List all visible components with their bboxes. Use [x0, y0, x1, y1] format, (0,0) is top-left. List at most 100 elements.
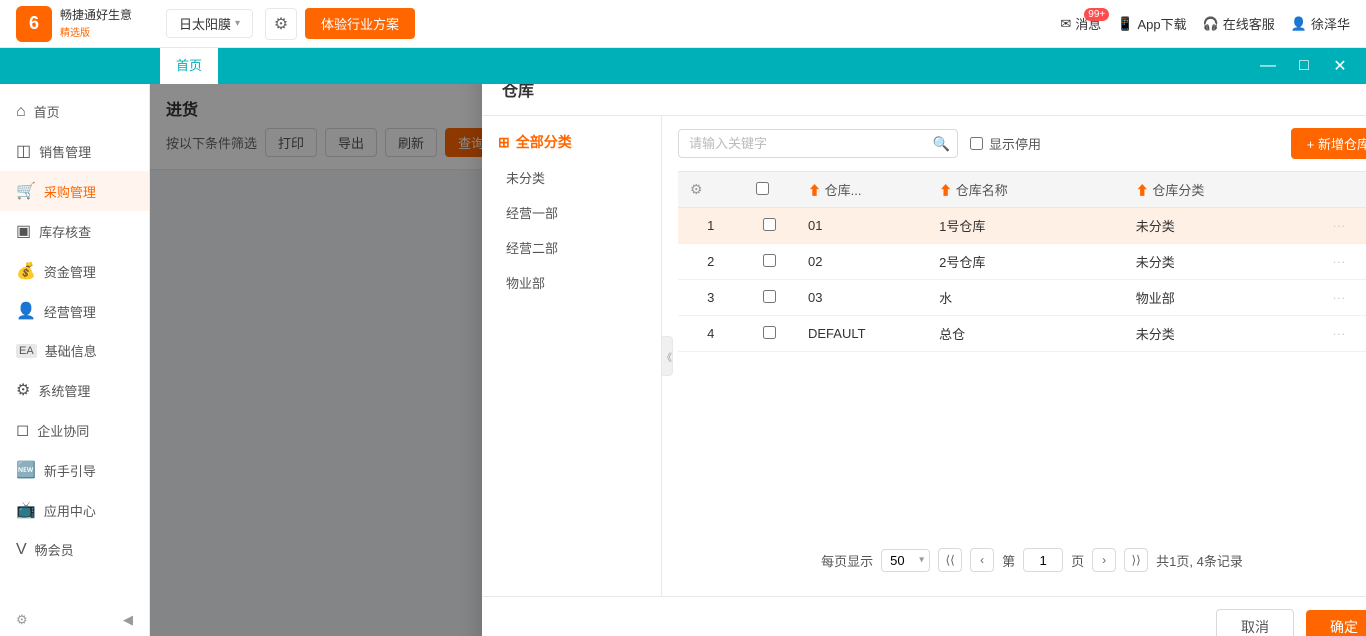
action-dots-icon[interactable]: ···: [1332, 218, 1345, 233]
sidebar-item-inventory[interactable]: ▣ 库存核查: [0, 211, 149, 251]
add-warehouse-button[interactable]: + 新增仓库: [1291, 128, 1366, 159]
operation-icon: 👤: [16, 301, 36, 321]
action-dots-icon[interactable]: ···: [1332, 290, 1345, 305]
row-code-1: 01: [796, 208, 927, 244]
row-cat-1: 未分类: [1124, 208, 1321, 244]
window-close-button[interactable]: ✕: [1326, 52, 1354, 80]
modal-content-panel: 🔍 显示停用 + 新增仓库: [662, 116, 1366, 596]
show-disabled-checkbox[interactable]: [970, 137, 983, 150]
table-container: ⚙ ⬆ 仓库...: [678, 171, 1366, 536]
page-next-button[interactable]: ›: [1092, 548, 1116, 572]
row-action-4[interactable]: ···: [1320, 316, 1366, 352]
category-item-operation2[interactable]: 经营二部: [482, 230, 661, 265]
page-size-select[interactable]: 50: [881, 549, 930, 572]
page-prev-button[interactable]: ‹: [970, 548, 994, 572]
sub-header: 首页 — □ ✕: [0, 48, 1366, 84]
window-minimize-button[interactable]: —: [1254, 52, 1282, 80]
inventory-icon: ▣: [16, 221, 31, 241]
sidebar-item-operation[interactable]: 👤 经营管理: [0, 291, 149, 331]
tab-home[interactable]: 首页: [160, 48, 218, 84]
row-code-2: 02: [796, 244, 927, 280]
row-action-2[interactable]: ···: [1320, 244, 1366, 280]
row-check-2[interactable]: [744, 244, 796, 280]
modal-footer: 取消 确定: [482, 596, 1366, 636]
header-right: ✉ 消息 99+ 📱 App下载 🎧 在线客服 👤 徐泽华: [1060, 14, 1350, 33]
search-bar: 🔍 显示停用 + 新增仓库: [678, 128, 1366, 159]
sidebar-item-basic[interactable]: EA 基础信息: [0, 331, 149, 370]
page-last-button[interactable]: ⟩⟩: [1124, 548, 1148, 572]
row-cat-3: 物业部: [1124, 280, 1321, 316]
row-check-3[interactable]: [744, 280, 796, 316]
sidebar-settings-icon[interactable]: ⚙: [16, 612, 28, 628]
sidebar-bottom: ⚙ ◀: [0, 604, 149, 636]
sidebar-item-finance[interactable]: 💰 资金管理: [0, 251, 149, 291]
guide-icon: 🆕: [16, 460, 36, 480]
trial-button[interactable]: 体验行业方案: [305, 8, 415, 39]
row-action-3[interactable]: ···: [1320, 280, 1366, 316]
sidebar-item-guide[interactable]: 🆕 新手引导: [0, 450, 149, 490]
chevron-down-icon: ▾: [235, 18, 240, 29]
modal-body: ⊞ 全部分类 未分类 经营一部 经营二部 物业部: [482, 116, 1366, 596]
row-cat-2: 未分类: [1124, 244, 1321, 280]
select-all-checkbox[interactable]: [756, 182, 769, 195]
table-row[interactable]: 4 DEFAULT 总仓 未分类 ···: [678, 316, 1366, 352]
pagination-bar: 每页显示 50 ▾ ⟨⟨ ‹ 第 页 › ⟩⟩ 共1页, 4条记录: [678, 536, 1366, 584]
sidebar-item-apps[interactable]: 📺 应用中心: [0, 490, 149, 530]
user-avatar[interactable]: 👤 徐泽华: [1291, 14, 1350, 33]
sidebar-item-sales[interactable]: ◫ 销售管理: [0, 131, 149, 171]
sidebar-item-system[interactable]: ⚙ 系统管理: [0, 370, 149, 410]
category-item-unclassified[interactable]: 未分类: [482, 160, 661, 195]
action-dots-icon[interactable]: ···: [1332, 254, 1345, 269]
enterprise-icon: ◻: [16, 420, 29, 440]
sidebar-item-enterprise[interactable]: ◻ 企业协同: [0, 410, 149, 450]
sidebar-item-purchase[interactable]: 🛒 采购管理: [0, 171, 149, 211]
sidebar-item-home[interactable]: ⌂ 首页: [0, 92, 149, 131]
sort-icon-cat: ⬆: [1136, 183, 1149, 198]
home-icon: ⌂: [16, 103, 26, 121]
window-maximize-button[interactable]: □: [1290, 52, 1318, 80]
row-num-2: 2: [678, 244, 744, 280]
sales-icon: ◫: [16, 141, 31, 161]
logo-text: 畅捷通好生意 精选版: [60, 8, 132, 39]
category-collapse-button[interactable]: 《: [661, 336, 673, 376]
top-header: 6 畅捷通好生意 精选版 日太阳膜 ▾ ⚙ 体验行业方案 ✉ 消息 99+ 📱 …: [0, 0, 1366, 48]
cancel-button[interactable]: 取消: [1216, 609, 1294, 636]
messages-button[interactable]: ✉ 消息 99+: [1060, 14, 1101, 33]
page-first-button[interactable]: ⟨⟨: [938, 548, 962, 572]
sub-header-right: — □ ✕: [1254, 52, 1366, 80]
action-dots-icon[interactable]: ···: [1332, 326, 1345, 341]
row-name-3: 水: [927, 280, 1124, 316]
row-check-4[interactable]: [744, 316, 796, 352]
row-name-4: 总仓: [927, 316, 1124, 352]
category-item-operation1[interactable]: 经营一部: [482, 195, 661, 230]
header-nav: 日太阳膜 ▾ ⚙ 体验行业方案: [166, 8, 1060, 40]
member-icon: V: [16, 541, 27, 559]
messages-badge: 99+: [1084, 8, 1109, 21]
sidebar-toggle-icon[interactable]: ◀: [123, 612, 133, 628]
row-code-3: 03: [796, 280, 927, 316]
page-number-input[interactable]: [1023, 548, 1063, 572]
th-category: ⬆ 仓库分类: [1124, 172, 1321, 208]
shop-selector[interactable]: 日太阳膜 ▾: [166, 9, 253, 38]
page-size-wrap: 50 ▾: [881, 549, 930, 572]
row-name-2: 2号仓库: [927, 244, 1124, 280]
modal-title: 仓库: [502, 84, 534, 101]
online-service-button[interactable]: 🎧 在线客服: [1203, 14, 1275, 33]
row-check-1[interactable]: [744, 208, 796, 244]
search-input[interactable]: [678, 129, 958, 158]
headset-icon: 🎧: [1203, 16, 1219, 32]
search-icon[interactable]: 🔍: [933, 135, 950, 152]
search-input-wrap: 🔍: [678, 129, 958, 158]
table-row[interactable]: 3 03 水 物业部 ···: [678, 280, 1366, 316]
category-item-property[interactable]: 物业部: [482, 265, 661, 300]
confirm-button[interactable]: 确定: [1306, 610, 1366, 636]
row-code-4: DEFAULT: [796, 316, 927, 352]
settings-button[interactable]: ⚙: [265, 8, 297, 40]
table-row[interactable]: 1 01 1号仓库 未分类 ···: [678, 208, 1366, 244]
app-download-button[interactable]: 📱 App下载: [1117, 14, 1186, 33]
row-action-1[interactable]: ···: [1320, 208, 1366, 244]
sidebar-item-member[interactable]: V 畅会员: [0, 530, 149, 569]
all-categories-item[interactable]: ⊞ 全部分类: [482, 124, 661, 160]
warehouse-modal: 仓库 ✕ ⊞ 全部分类 未分类 经营一部: [482, 84, 1366, 636]
table-row[interactable]: 2 02 2号仓库 未分类 ···: [678, 244, 1366, 280]
